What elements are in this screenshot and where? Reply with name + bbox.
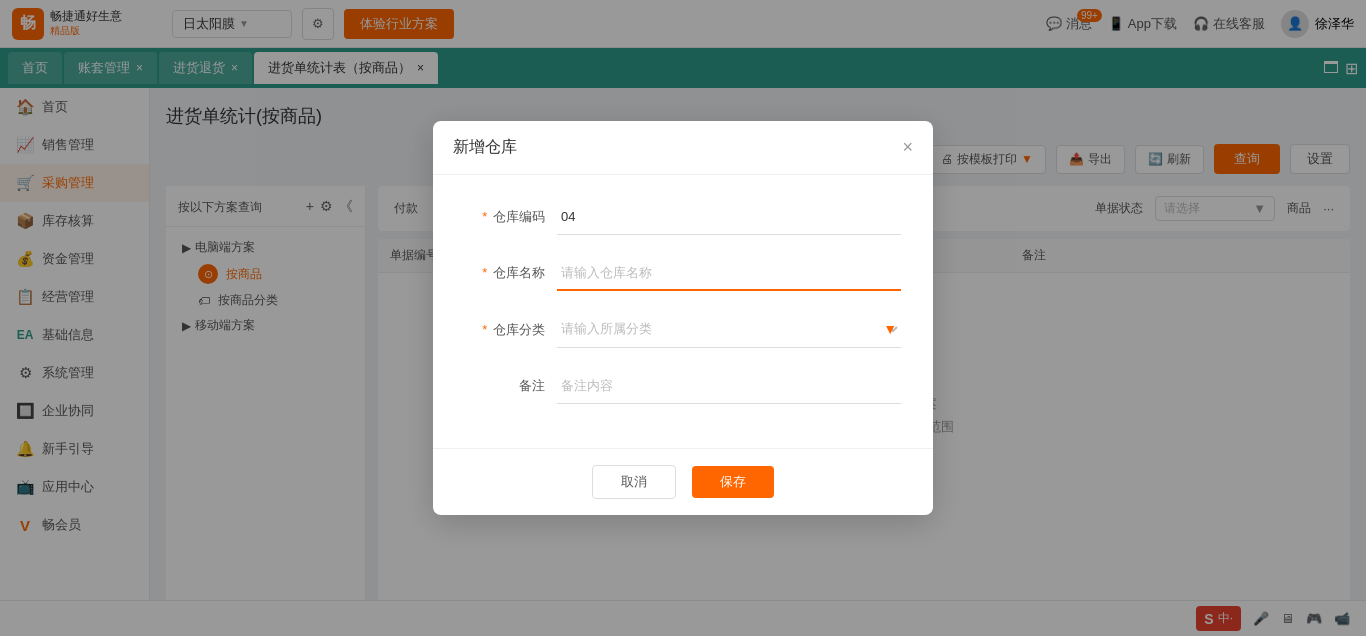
code-label: * 仓库编码 xyxy=(465,208,545,226)
form-row-remark: 备注 xyxy=(465,368,901,404)
cancel-button[interactable]: 取消 xyxy=(592,465,676,499)
category-select-wrap: 请输入所属分类 ▼ xyxy=(557,311,901,348)
form-row-category: * 仓库分类 请输入所属分类 ▼ xyxy=(465,311,901,348)
modal-overlay[interactable]: 新增仓库 × * 仓库编码 * 仓库名称 xyxy=(0,0,1366,636)
category-required-star: * xyxy=(482,322,487,337)
remark-input[interactable] xyxy=(557,368,901,404)
save-button[interactable]: 保存 xyxy=(692,466,774,498)
form-row-code: * 仓库编码 xyxy=(465,199,901,235)
name-input[interactable] xyxy=(557,255,901,291)
modal-close-button[interactable]: × xyxy=(902,137,913,158)
modal-footer: 取消 保存 xyxy=(433,448,933,515)
modal-header: 新增仓库 × xyxy=(433,121,933,175)
modal-title: 新增仓库 xyxy=(453,137,517,158)
modal-body: * 仓库编码 * 仓库名称 * 仓库分类 xyxy=(433,175,933,448)
code-input[interactable] xyxy=(557,199,901,235)
category-select[interactable] xyxy=(557,311,901,347)
name-required-star: * xyxy=(482,265,487,280)
category-arrow-icon: ▼ xyxy=(883,321,897,337)
name-label: * 仓库名称 xyxy=(465,264,545,282)
code-required-star: * xyxy=(482,209,487,224)
remark-label: 备注 xyxy=(465,377,545,395)
category-label: * 仓库分类 xyxy=(465,321,545,339)
new-warehouse-modal: 新增仓库 × * 仓库编码 * 仓库名称 xyxy=(433,121,933,515)
form-row-name: * 仓库名称 xyxy=(465,255,901,291)
